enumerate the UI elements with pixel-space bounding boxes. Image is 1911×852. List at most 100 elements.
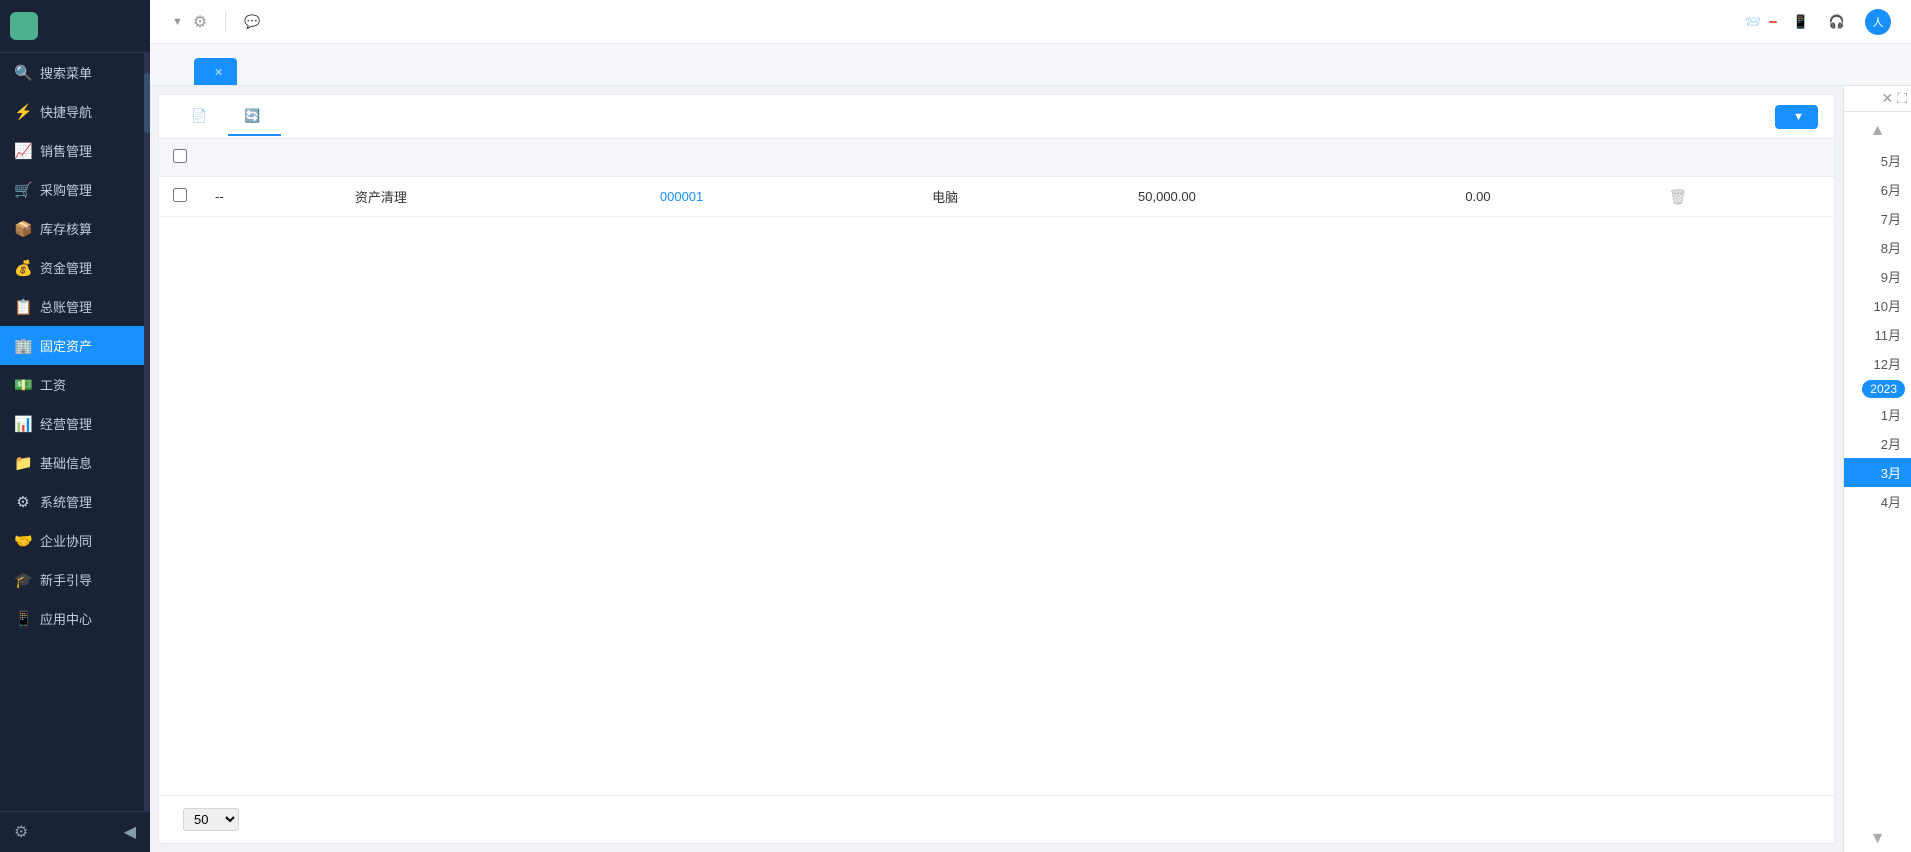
sidebar-item-label: 系统管理 <box>40 492 92 511</box>
row-change-type: 资产清理 <box>341 177 646 217</box>
sidebar-item-purchase[interactable]: 🛒 采购管理 <box>0 170 144 209</box>
online-service-btn[interactable]: 🎧 <box>1829 14 1849 30</box>
dropdown-icon: ▼ <box>1793 111 1804 123</box>
year-badge[interactable]: 2023 <box>1862 380 1905 398</box>
sidebar-item-search[interactable]: 🔍 搜索菜单 <box>0 53 144 92</box>
panel-header: ✕ ⛶ <box>1844 86 1911 112</box>
sidebar-item-sales[interactable]: 📈 销售管理 <box>0 131 144 170</box>
sidebar-item-ledger[interactable]: 📋 总账管理 <box>0 287 144 326</box>
sidebar-item-inventory[interactable]: 📦 库存核算 <box>0 209 144 248</box>
table-wrap: -- 资产清理 000001 电脑 50,000.00 0.00 🗑 <box>159 139 1834 795</box>
user-info[interactable]: 人 <box>1865 9 1895 35</box>
tab-close-icon[interactable]: ✕ <box>214 67 223 79</box>
sub-tab-asset-detail[interactable]: 📄 <box>175 98 228 136</box>
dropdown-icon: ▼ <box>172 16 183 28</box>
row-checkbox[interactable] <box>173 188 187 202</box>
table-row: -- 资产清理 000001 电脑 50,000.00 0.00 🗑 <box>159 177 1834 217</box>
system-icon: ⚙ <box>14 493 32 511</box>
sidebar-item-label: 企业协同 <box>40 531 92 550</box>
company-selector[interactable]: ▼ <box>166 16 183 28</box>
month-item[interactable]: 9月 <box>1844 262 1911 291</box>
month-item[interactable]: 7月 <box>1844 204 1911 233</box>
search-icon: 🔍 <box>14 64 32 82</box>
sidebar-item-label: 库存核算 <box>40 219 92 238</box>
sidebar-item-guide[interactable]: 🎓 新手引导 <box>0 560 144 599</box>
th-change-type <box>341 139 646 177</box>
topbar: ▼ ⚙ 💬 📨 📱 🎧 人 <box>150 0 1911 44</box>
month-item[interactable]: 10月 <box>1844 291 1911 320</box>
select-all-checkbox[interactable] <box>173 149 187 163</box>
sub-tab-change-voucher[interactable]: 🔄 <box>228 98 281 136</box>
panel-expand-btn[interactable]: ⛶ <box>1897 90 1907 107</box>
quick-nav-icon: ⚡ <box>14 103 32 121</box>
sidebar-item-system[interactable]: ⚙ 系统管理 <box>0 482 144 521</box>
row-operation: 🗑 <box>1655 177 1834 217</box>
delete-icon[interactable]: 🗑 <box>1669 189 1688 206</box>
th-before-change <box>1124 139 1451 177</box>
date-scroll[interactable]: 5月6月7月8月9月10月11月12月 2023 1月2月3月4月 <box>1844 144 1911 826</box>
month-item[interactable]: 6月 <box>1844 175 1911 204</box>
tab-home[interactable] <box>162 73 190 85</box>
sidebar-item-label: 采购管理 <box>40 180 92 199</box>
sidebar-item-fixed-assets[interactable]: 🏢 固定资产 <box>0 326 144 365</box>
operations-icon: 📊 <box>14 415 32 433</box>
sidebar-item-label: 快捷导航 <box>40 102 92 121</box>
page-size-select[interactable]: 50 10 20 100 <box>183 808 239 831</box>
feedback-btn[interactable]: 💬 <box>244 14 264 30</box>
sidebar-item-operations[interactable]: 📊 经营管理 <box>0 404 144 443</box>
month-item[interactable]: 5月 <box>1844 146 1911 175</box>
sidebar-item-label: 搜索菜单 <box>40 63 92 82</box>
sidebar-item-salary[interactable]: 💵 工资 <box>0 365 144 404</box>
salary-icon: 💵 <box>14 376 32 394</box>
message-btn[interactable]: 📨 <box>1744 14 1776 30</box>
month-item[interactable]: 2月 <box>1844 429 1911 458</box>
purchase-icon: 🛒 <box>14 181 32 199</box>
right-panel: ✕ ⛶ ▲ 5月6月7月8月9月10月11月12月 2023 1月2月3月4月 ▼ <box>1843 86 1911 852</box>
tab-assets[interactable]: ✕ <box>194 58 237 85</box>
row-checkbox-cell <box>159 177 201 217</box>
asset-detail-icon: 📄 <box>191 108 207 124</box>
sidebar-nav: 🔍 搜索菜单 ⚡ 快捷导航 📈 销售管理 🛒 采购管理 📦 库存核算 💰 资金管… <box>0 53 144 811</box>
sidebar-item-finance[interactable]: 💰 资金管理 <box>0 248 144 287</box>
message-icon: 📨 <box>1744 14 1760 30</box>
collapse-icon[interactable]: ◀ <box>124 822 136 842</box>
sidebar-item-label: 应用中心 <box>40 609 92 628</box>
settings-icon[interactable]: ⚙ <box>14 822 28 842</box>
sidebar-item-app-center[interactable]: 📱 应用中心 <box>0 599 144 638</box>
sidebar-item-label: 固定资产 <box>40 336 92 355</box>
row-before-change: 50,000.00 <box>1124 177 1451 217</box>
sidebar-item-quick-nav[interactable]: ⚡ 快捷导航 <box>0 92 144 131</box>
sidebar-item-label: 经营管理 <box>40 414 92 433</box>
month-item[interactable]: 12月 <box>1844 349 1911 378</box>
month-item[interactable]: 4月 <box>1844 487 1911 516</box>
row-voucher: -- <box>201 177 341 217</box>
panel-up-btn[interactable]: ▲ <box>1844 118 1911 144</box>
panel-down-btn[interactable]: ▼ <box>1844 826 1911 852</box>
panel-close-btn[interactable]: ✕ <box>1881 90 1893 107</box>
sub-tab-actions: ▼ <box>1775 105 1818 129</box>
month-item[interactable]: 3月 <box>1844 458 1911 487</box>
year-row: 2023 <box>1844 378 1911 400</box>
avatar: 人 <box>1865 9 1891 35</box>
topbar-divider <box>225 12 226 32</box>
row-asset-name: 电脑 <box>918 177 1124 217</box>
message-badge <box>1769 21 1777 23</box>
inventory-icon: 📦 <box>14 220 32 238</box>
service-icon: 🎧 <box>1829 14 1845 30</box>
row-after-change: 0.00 <box>1451 177 1654 217</box>
sidebar-item-label: 销售管理 <box>40 141 92 160</box>
table-header-row <box>159 139 1834 177</box>
pagination: 50 10 20 100 <box>159 795 1834 843</box>
logo-icon <box>10 12 38 40</box>
sidebar-item-basic-info[interactable]: 📁 基础信息 <box>0 443 144 482</box>
month-item[interactable]: 1月 <box>1844 400 1911 429</box>
change-voucher-icon: 🔄 <box>244 108 260 124</box>
settings-icon[interactable]: ⚙ <box>193 12 207 32</box>
month-item[interactable]: 11月 <box>1844 320 1911 349</box>
month-item[interactable]: 8月 <box>1844 233 1911 262</box>
sidebar-item-label: 新手引导 <box>40 570 92 589</box>
generate-voucher-btn[interactable]: ▼ <box>1775 105 1818 129</box>
sidebar-item-enterprise[interactable]: 🤝 企业协同 <box>0 521 144 560</box>
app-download-btn[interactable]: 📱 <box>1793 14 1813 30</box>
topbar-right: 📨 📱 🎧 人 <box>1744 9 1895 35</box>
